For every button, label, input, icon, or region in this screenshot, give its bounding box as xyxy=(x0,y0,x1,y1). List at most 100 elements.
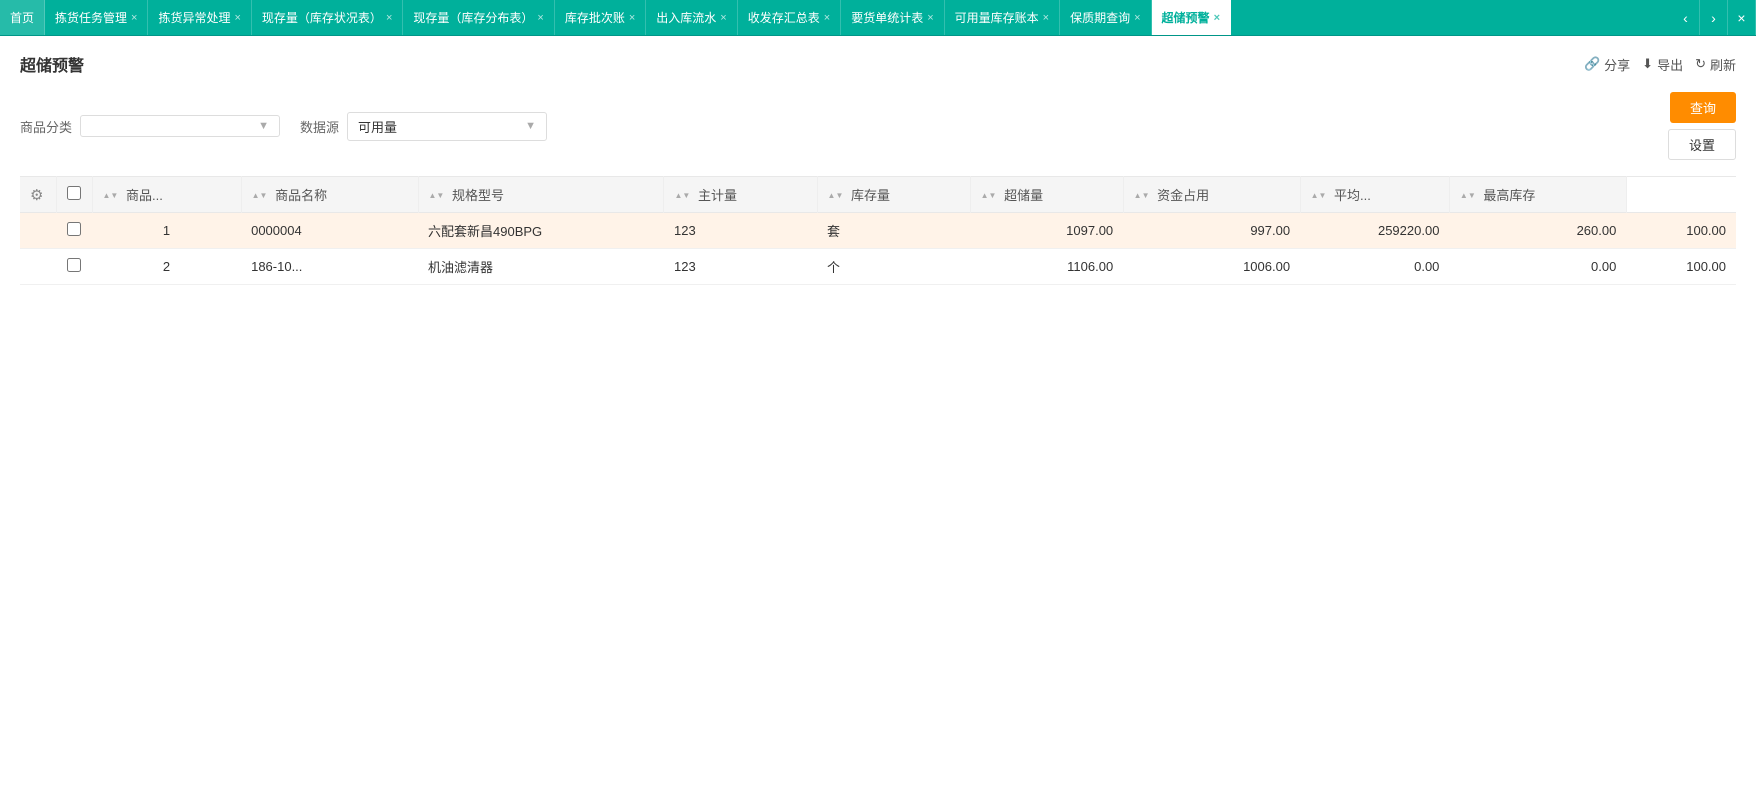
tab-pick-task-label: 拣货任务管理 xyxy=(55,9,127,26)
nav-next-button[interactable]: › xyxy=(1700,0,1728,35)
col-product-code-header[interactable]: ▲▼ 商品... xyxy=(92,177,241,213)
col-capital-header[interactable]: ▲▼ 资金占用 xyxy=(1123,177,1300,213)
tab-overstock-close[interactable]: × xyxy=(1214,12,1220,24)
datasource-arrow-icon: ▼ xyxy=(525,120,536,132)
nav-prev-button[interactable]: ‹ xyxy=(1672,0,1700,35)
tab-shelf-life-close[interactable]: × xyxy=(1134,12,1140,24)
tab-recv-send[interactable]: 收发存汇总表 × xyxy=(738,0,841,35)
row-stock-0: 1097.00 xyxy=(970,213,1123,249)
row-stock-1: 1106.00 xyxy=(970,249,1123,285)
datasource-value: 可用量 xyxy=(358,117,397,136)
sort-icon: ▲▼ xyxy=(1134,192,1150,201)
row-capital-1: 0.00 xyxy=(1300,249,1449,285)
share-button[interactable]: 🔗 分享 xyxy=(1584,55,1630,74)
datasource-label: 数据源 xyxy=(300,117,339,136)
tab-order-stat-close[interactable]: × xyxy=(927,12,933,24)
refresh-button[interactable]: ↻ 刷新 xyxy=(1695,55,1736,74)
col-over-stock-header[interactable]: ▲▼ 超储量 xyxy=(970,177,1123,213)
row-product-code-1: 186-10... xyxy=(241,249,418,285)
sort-icon: ▲▼ xyxy=(1311,192,1327,201)
row-over-stock-0: 997.00 xyxy=(1123,213,1300,249)
tab-inout-flow[interactable]: 出入库流水 × xyxy=(646,0,737,35)
table-row: 2 186-10... 机油滤清器 123 个 1106.00 1006.00 … xyxy=(20,249,1736,285)
tab-shelf-life[interactable]: 保质期查询 × xyxy=(1060,0,1151,35)
row-spec-1: 123 xyxy=(664,249,817,285)
nav-more-button[interactable]: × xyxy=(1728,0,1756,35)
tab-pick-exception-close[interactable]: × xyxy=(234,12,240,24)
tab-overstock[interactable]: 超储预警 × xyxy=(1152,0,1231,35)
col-unit-header[interactable]: ▲▼ 主计量 xyxy=(664,177,817,213)
row-checkbox-cell-0 xyxy=(56,213,92,249)
col-product-code-label: 商品... xyxy=(126,188,163,203)
category-select[interactable]: ▼ xyxy=(80,115,280,137)
col-product-name-header[interactable]: ▲▼ 商品名称 xyxy=(241,177,418,213)
tab-home[interactable]: 首页 xyxy=(0,0,45,35)
col-product-name-label: 商品名称 xyxy=(275,188,327,203)
tab-inventory-dist[interactable]: 现存量（库存分布表） × xyxy=(403,0,554,35)
tab-inventory-dist-label: 现存量（库存分布表） xyxy=(413,9,533,26)
tab-pick-exception[interactable]: 拣货异常处理 × xyxy=(148,0,251,35)
tab-inventory-status-close[interactable]: × xyxy=(386,12,392,24)
row-checkbox-cell-1 xyxy=(56,249,92,285)
tab-home-label: 首页 xyxy=(10,9,34,26)
header-actions: 🔗 分享 ⬇ 导出 ↻ 刷新 xyxy=(1584,55,1736,74)
row-setting-1 xyxy=(20,249,56,285)
export-button[interactable]: ⬇ 导出 xyxy=(1642,55,1683,74)
row-product-code-0: 0000004 xyxy=(241,213,418,249)
col-avg-label: 平均... xyxy=(1334,188,1371,203)
table-row: 1 0000004 六配套新昌490BPG 123 套 1097.00 997.… xyxy=(20,213,1736,249)
col-spec-label: 规格型号 xyxy=(452,188,504,203)
sort-icon: ▲▼ xyxy=(674,192,690,201)
category-label: 商品分类 xyxy=(20,117,72,136)
tab-stock-batch-label: 库存批次账 xyxy=(565,9,625,26)
col-max-stock-header[interactable]: ▲▼ 最高库存 xyxy=(1449,177,1626,213)
data-table: ⚙ ▲▼ 商品... ▲▼ 商品名称 ▲▼ 规格型号 ▲▼ xyxy=(20,176,1736,285)
row-max-stock-0: 100.00 xyxy=(1626,213,1736,249)
tab-recv-send-label: 收发存汇总表 xyxy=(748,9,820,26)
filter-buttons: 查询 设置 xyxy=(1668,92,1736,160)
row-avg-1: 0.00 xyxy=(1449,249,1626,285)
col-stock-header[interactable]: ▲▼ 库存量 xyxy=(817,177,970,213)
settings-button[interactable]: 设置 xyxy=(1668,129,1736,160)
tab-inventory-status[interactable]: 现存量（库存状况表） × xyxy=(252,0,403,35)
tab-recv-send-close[interactable]: × xyxy=(824,12,830,24)
tab-pick-task[interactable]: 拣货任务管理 × xyxy=(45,0,148,35)
query-button[interactable]: 查询 xyxy=(1670,92,1736,123)
col-spec-header[interactable]: ▲▼ 规格型号 xyxy=(418,177,664,213)
page-container: 超储预警 🔗 分享 ⬇ 导出 ↻ 刷新 商品分类 ▼ 数据源 xyxy=(0,36,1756,800)
tab-stock-batch-close[interactable]: × xyxy=(629,12,635,24)
export-label: 导出 xyxy=(1657,55,1683,74)
col-avg-header[interactable]: ▲▼ 平均... xyxy=(1300,177,1449,213)
settings-gear-icon[interactable]: ⚙ xyxy=(30,187,43,204)
tab-stock-batch[interactable]: 库存批次账 × xyxy=(555,0,646,35)
col-capital-label: 资金占用 xyxy=(1157,188,1209,203)
tab-order-stat-label: 要货单统计表 xyxy=(851,9,923,26)
row-capital-0: 259220.00 xyxy=(1300,213,1449,249)
col-unit-label: 主计量 xyxy=(698,188,737,203)
tab-avail-stock-close[interactable]: × xyxy=(1043,12,1049,24)
category-arrow-icon: ▼ xyxy=(258,120,269,132)
page-header: 超储预警 🔗 分享 ⬇ 导出 ↻ 刷新 xyxy=(20,52,1736,76)
tab-avail-stock[interactable]: 可用量库存账本 × xyxy=(945,0,1060,35)
row-spec-0: 123 xyxy=(664,213,817,249)
nav-arrows: ‹ › × xyxy=(1672,0,1756,35)
col-stock-label: 库存量 xyxy=(851,188,890,203)
row-index-0: 1 xyxy=(92,213,241,249)
datasource-select[interactable]: 可用量 ▼ xyxy=(347,112,547,141)
datasource-filter: 数据源 可用量 ▼ xyxy=(300,112,547,141)
table-header-row: ⚙ ▲▼ 商品... ▲▼ 商品名称 ▲▼ 规格型号 ▲▼ xyxy=(20,177,1736,213)
tab-order-stat[interactable]: 要货单统计表 × xyxy=(841,0,944,35)
page-title: 超储预警 xyxy=(20,52,84,76)
tab-inventory-dist-close[interactable]: × xyxy=(537,12,543,24)
col-over-stock-label: 超储量 xyxy=(1004,188,1043,203)
select-all-checkbox[interactable] xyxy=(67,186,81,200)
tab-overstock-label: 超储预警 xyxy=(1162,9,1210,26)
sort-icon: ▲▼ xyxy=(429,192,445,201)
tab-pick-task-close[interactable]: × xyxy=(131,12,137,24)
row-max-stock-1: 100.00 xyxy=(1626,249,1736,285)
row-checkbox-0[interactable] xyxy=(67,222,81,236)
tab-inout-flow-label: 出入库流水 xyxy=(656,9,716,26)
tab-inout-flow-close[interactable]: × xyxy=(720,12,726,24)
sort-icon: ▲▼ xyxy=(252,192,268,201)
row-checkbox-1[interactable] xyxy=(67,258,81,272)
